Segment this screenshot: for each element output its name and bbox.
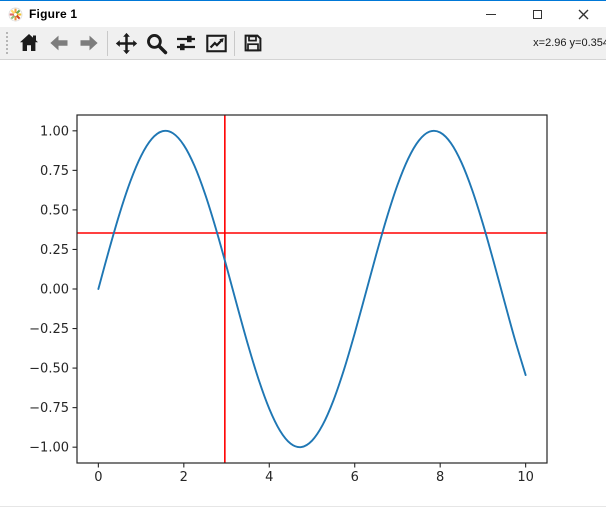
figure-canvas[interactable]: 0 2 4 6 8 10 1.00 0.75 0.50 0.25 0.00 −0.25 −0.50 −0.… — [0, 60, 606, 506]
home-button[interactable] — [14, 29, 44, 57]
maximize-button[interactable] — [514, 1, 560, 27]
save-button[interactable] — [238, 29, 268, 57]
line-chart-box-icon — [205, 32, 228, 55]
window-bottom-edge — [0, 506, 606, 507]
figure-window: Figure 1 — [0, 0, 606, 516]
x-tick-label: 8 — [436, 470, 444, 485]
back-button[interactable] — [44, 29, 74, 57]
magnifier-icon — [145, 32, 168, 55]
title-bar[interactable]: Figure 1 — [0, 1, 606, 27]
window-title: Figure 1 — [29, 7, 77, 21]
close-button[interactable] — [560, 1, 606, 27]
y-tick-label: 0.25 — [40, 243, 69, 258]
edit-axes-button[interactable] — [201, 29, 231, 57]
x-tick-label: 4 — [265, 470, 273, 485]
home-icon — [18, 32, 40, 54]
series-line-sin(x) — [98, 131, 525, 447]
y-tick-label: −0.25 — [29, 322, 69, 337]
plot-svg[interactable]: 0 2 4 6 8 10 1.00 0.75 0.50 0.25 0.00 −0.25 −0.50 −0.… — [0, 60, 606, 506]
x-tick-label: 6 — [351, 470, 359, 485]
axes-spines — [77, 115, 547, 463]
y-tick-label: 0.00 — [40, 283, 69, 298]
y-tick-label: 1.00 — [40, 124, 69, 139]
y-tick-label: −0.75 — [29, 401, 69, 416]
toolbar-separator — [234, 31, 235, 56]
y-tick-label: −0.50 — [29, 362, 69, 377]
zoom-to-rect-button[interactable] — [141, 29, 171, 57]
configure-subplots-button[interactable] — [171, 29, 201, 57]
cursor-position-readout: x=2.96 y=0.354 — [533, 27, 606, 59]
toolbar-grip[interactable] — [5, 31, 9, 55]
floppy-disk-icon — [242, 32, 264, 54]
minimize-button[interactable] — [468, 1, 514, 27]
x-tick-label: 0 — [94, 470, 102, 485]
toolbar-separator — [107, 31, 108, 56]
y-tick-label: −1.00 — [29, 441, 69, 456]
navigation-toolbar: x=2.96 y=0.354 — [0, 27, 606, 60]
window-controls — [468, 1, 606, 27]
close-icon — [578, 9, 589, 20]
arrow-left-icon — [48, 32, 70, 54]
matplotlib-logo-icon — [8, 7, 23, 22]
sliders-icon — [175, 32, 197, 54]
minimize-icon — [486, 14, 496, 15]
y-tick-label: 0.75 — [40, 164, 69, 179]
maximize-icon — [533, 10, 542, 19]
arrow-right-icon — [78, 32, 100, 54]
pan-button[interactable] — [111, 29, 141, 57]
x-tick-label: 2 — [180, 470, 188, 485]
y-tick-label: 0.50 — [40, 203, 69, 218]
forward-button[interactable] — [74, 29, 104, 57]
move-cross-icon — [115, 32, 138, 55]
x-tick-label: 10 — [517, 470, 534, 485]
